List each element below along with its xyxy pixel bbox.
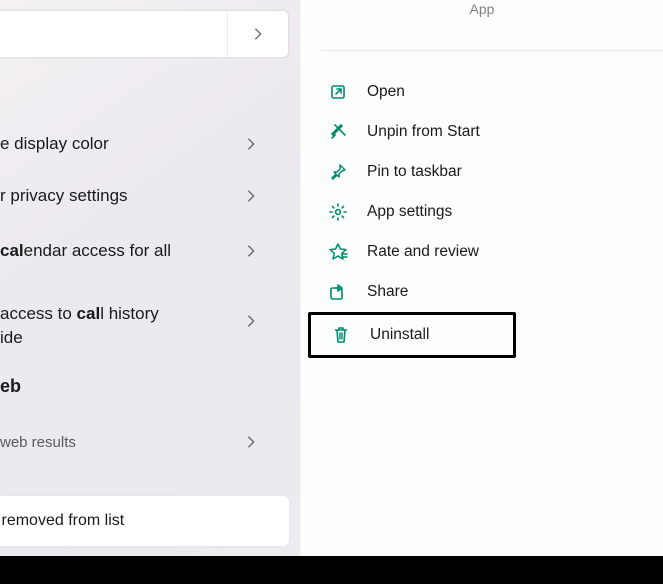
taskbar[interactable] <box>0 556 663 584</box>
open-icon <box>327 81 349 103</box>
context-menu-panel: App Open Unpin from Start Pin to taskbar Ap… <box>300 0 663 556</box>
removed-notice-text: s' removed from list <box>0 512 124 530</box>
expand-button[interactable] <box>228 11 288 57</box>
settings-row[interactable]: r privacy settings <box>0 170 290 222</box>
unpin-icon <box>327 121 349 143</box>
context-pintaskbar-item[interactable]: Pin to taskbar <box>311 152 663 192</box>
share-icon <box>327 281 349 303</box>
chevron-right-icon <box>251 27 265 41</box>
context-share-item[interactable]: Share <box>311 272 663 312</box>
settings-row[interactable]: access to call historyide <box>0 296 290 356</box>
context-uninstall-item[interactable]: Uninstall <box>308 312 516 358</box>
context-item-label: App settings <box>367 203 452 221</box>
context-item-label: Unpin from Start <box>367 123 480 141</box>
context-item-label: Open <box>367 83 405 101</box>
context-open-item[interactable]: Open <box>311 72 663 112</box>
web-results-label: web results <box>0 434 76 451</box>
context-unpin-item[interactable]: Unpin from Start <box>311 112 663 152</box>
context-item-label: Pin to taskbar <box>367 163 462 181</box>
divider <box>321 50 663 51</box>
web-results-row[interactable]: web results <box>0 422 290 462</box>
chevron-right-icon <box>244 137 258 151</box>
settings-row[interactable]: calendar access for all <box>0 222 290 280</box>
context-item-label: Uninstall <box>370 326 429 344</box>
chevron-right-icon <box>244 244 258 258</box>
chevron-right-icon <box>244 314 258 328</box>
context-appsettings-item[interactable]: App settings <box>311 192 663 232</box>
settings-row-label: calendar access for all <box>0 239 230 263</box>
settings-row[interactable]: e display color <box>0 118 290 170</box>
context-rate-item[interactable]: Rate and review <box>311 232 663 272</box>
settings-row-label: e display color <box>0 132 230 156</box>
settings-row-label: access to call historyide <box>0 302 230 350</box>
chevron-right-icon <box>244 189 258 203</box>
chevron-right-icon <box>244 435 258 449</box>
context-menu-list: Open Unpin from Start Pin to taskbar App se… <box>311 72 663 358</box>
context-item-label: Rate and review <box>367 243 479 261</box>
search-web-header: eb <box>0 376 21 397</box>
star-icon <box>327 241 349 263</box>
removed-notice: s' removed from list <box>0 496 289 546</box>
context-item-label: Share <box>367 283 408 301</box>
start-search-results-panel: e display color r privacy settings calen… <box>0 0 300 556</box>
pin-icon <box>327 161 349 183</box>
gear-icon <box>327 201 349 223</box>
settings-row-label: r privacy settings <box>0 184 230 208</box>
top-result-tile[interactable] <box>0 10 289 58</box>
context-type-label: App <box>301 0 663 17</box>
trash-icon <box>330 324 352 346</box>
